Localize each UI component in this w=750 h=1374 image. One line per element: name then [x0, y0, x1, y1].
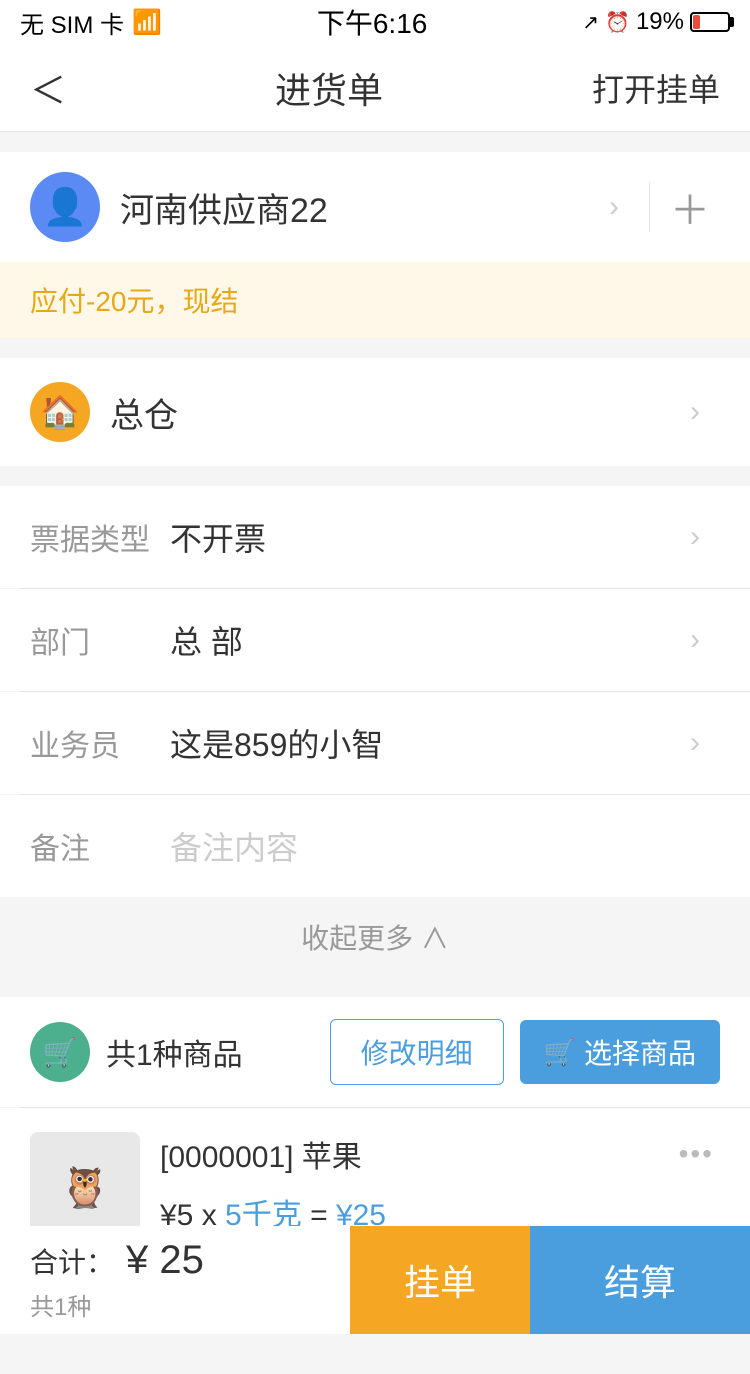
salesperson-label: 业务员: [30, 721, 150, 765]
supplier-row[interactable]: 👤 河南供应商22 › ＋: [0, 152, 750, 262]
gap-3: [0, 466, 750, 486]
back-button[interactable]: ＜: [30, 62, 66, 114]
notice-text: 应付-20元，现结: [30, 286, 238, 317]
invoice-label: 票据类型: [30, 515, 150, 559]
battery-text: 19%: [636, 8, 684, 36]
total-sub: 共1种: [30, 1287, 320, 1322]
total-label: 合计：: [30, 1241, 114, 1281]
products-icon-wrap: 🛒: [30, 1022, 90, 1082]
invoice-value: 不开票: [150, 514, 690, 560]
department-value: 总 部: [150, 617, 690, 663]
carrier-text: 无 SIM 卡: [20, 5, 124, 40]
footer: 合计： ¥ 25 共1种 挂单 结算: [0, 1226, 750, 1334]
footer-total: 合计： ¥ 25 共1种: [0, 1238, 350, 1322]
add-supplier-button[interactable]: ＋: [660, 178, 720, 236]
page-title: 进货单: [275, 62, 383, 114]
gap-4: [0, 977, 750, 997]
invoice-row[interactable]: 票据类型 不开票 ›: [0, 486, 750, 588]
wifi-icon: 📶: [132, 8, 162, 37]
checkout-button[interactable]: 结算: [530, 1226, 750, 1334]
products-header: 🛒 共1种商品 修改明细 🛒 选择商品: [0, 997, 750, 1107]
warehouse-icon: 🏠: [40, 393, 80, 431]
gap-1: [0, 132, 750, 152]
warehouse-name: 总仓: [110, 388, 690, 437]
status-bar: 无 SIM 卡 📶 下午6:16 ↗ ⏰ 19%: [0, 0, 750, 44]
products-count: 共1种商品: [106, 1030, 330, 1074]
supplier-avatar: 👤: [30, 172, 100, 242]
status-time: 下午6:16: [317, 2, 428, 42]
product-title: 苹果: [302, 1141, 362, 1174]
product-thumb-icon: 🦉: [60, 1164, 110, 1211]
status-left: 无 SIM 卡 📶: [20, 5, 162, 40]
notice-bar: 应付-20元，现结: [0, 262, 750, 338]
collapse-label: 收起更多 ∧: [301, 917, 449, 957]
invoice-arrow-icon: ›: [690, 520, 700, 554]
warehouse-row[interactable]: 🏠 总仓 ›: [0, 358, 750, 466]
remarks-row[interactable]: 备注 备注内容: [0, 795, 750, 897]
supplier-name: 河南供应商22: [120, 183, 609, 232]
warehouse-arrow-icon: ›: [690, 395, 700, 429]
collapse-row[interactable]: 收起更多 ∧: [0, 897, 750, 977]
product-info: [0000001] 苹果 ¥5 x 5千克 = ¥25: [160, 1132, 653, 1234]
battery-icon: [690, 12, 730, 32]
product-name: [0000001] 苹果: [160, 1132, 653, 1176]
department-label: 部门: [30, 618, 150, 662]
select-icon: 🛒: [544, 1037, 576, 1068]
department-row[interactable]: 部门 总 部 ›: [0, 589, 750, 691]
salesperson-value: 这是859的小智: [150, 720, 690, 766]
nav-bar: ＜ 进货单 打开挂单: [0, 44, 750, 132]
status-right: ↗ ⏰ 19%: [582, 8, 730, 36]
products-icon: 🛒: [43, 1036, 78, 1069]
suspend-button[interactable]: 挂单: [350, 1226, 530, 1334]
avatar-icon: 👤: [43, 186, 88, 228]
product-more-button[interactable]: •••: [673, 1132, 720, 1176]
supplier-arrow-icon: ›: [609, 190, 619, 224]
total-row: 合计： ¥ 25: [30, 1238, 320, 1283]
location-icon: ↗: [582, 10, 599, 35]
open-pending-button[interactable]: 打开挂单: [592, 65, 720, 111]
salesperson-arrow-icon: ›: [690, 726, 700, 760]
select-label: 选择商品: [584, 1032, 696, 1072]
edit-detail-button[interactable]: 修改明细: [330, 1019, 504, 1085]
department-arrow-icon: ›: [690, 623, 700, 657]
select-product-button[interactable]: 🛒 选择商品: [520, 1020, 720, 1084]
alarm-icon: ⏰: [605, 10, 630, 35]
product-code: [0000001]: [160, 1141, 302, 1174]
total-amount: ¥ 25: [126, 1238, 204, 1283]
remarks-input[interactable]: 备注内容: [150, 823, 720, 869]
salesperson-row[interactable]: 业务员 这是859的小智 ›: [0, 692, 750, 794]
remarks-label: 备注: [30, 824, 150, 868]
warehouse-icon-wrap: 🏠: [30, 382, 90, 442]
divider: [649, 182, 650, 232]
gap-2: [0, 338, 750, 358]
